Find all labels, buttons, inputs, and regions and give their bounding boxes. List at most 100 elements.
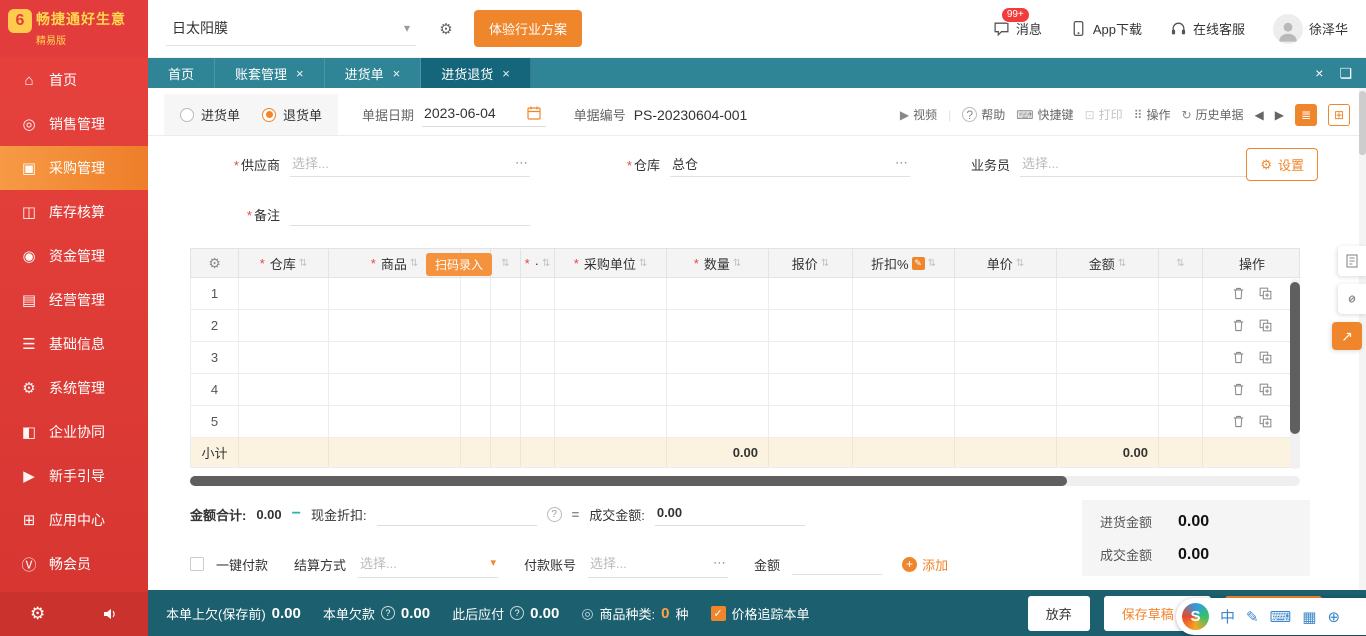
sort-icon[interactable]: ⇅: [501, 258, 509, 269]
question-icon[interactable]: ?: [380, 606, 395, 620]
ime-logo[interactable]: S: [1182, 603, 1209, 630]
ime-keyboard-icon[interactable]: ⌨: [1270, 608, 1292, 626]
delete-row-icon[interactable]: [1231, 318, 1246, 333]
delete-row-icon[interactable]: [1231, 414, 1246, 429]
ime-toolbox-icon[interactable]: ⊕: [1327, 608, 1340, 626]
pay-account-picker-icon[interactable]: ⋯: [713, 555, 726, 571]
sort-icon[interactable]: ⇅: [410, 258, 418, 269]
close-all-tabs-icon[interactable]: ×: [1315, 65, 1323, 81]
help-link[interactable]: ? 帮助: [962, 106, 1005, 123]
messages-button[interactable]: 99+ 消息: [993, 7, 1042, 38]
grid-cell[interactable]: [667, 406, 769, 437]
discard-button[interactable]: 放弃: [1027, 595, 1090, 631]
tab-account-books[interactable]: 账套管理 ×: [215, 58, 325, 88]
sort-icon[interactable]: ⇅: [821, 258, 829, 269]
grid-cell[interactable]: [667, 310, 769, 341]
grid-cell[interactable]: [1159, 374, 1203, 405]
fullscreen-icon[interactable]: ❏: [1339, 65, 1352, 82]
note-input[interactable]: [292, 205, 482, 220]
grid-cell[interactable]: [853, 406, 955, 437]
grid-cell[interactable]: [239, 374, 329, 405]
radio-purchase-order[interactable]: 进货单: [180, 105, 240, 124]
grid-cell[interactable]: [461, 278, 491, 309]
grid-cell[interactable]: [769, 310, 853, 341]
header-purchase-unit[interactable]: * 采购单位 ⇅: [555, 249, 667, 277]
sidebar-item-funds[interactable]: ◉ 资金管理: [0, 234, 148, 278]
scan-entry-button[interactable]: 扫码录入: [425, 253, 492, 276]
grid-cell[interactable]: [769, 342, 853, 373]
ime-board-icon[interactable]: ▦: [1302, 608, 1316, 626]
header-unit-small[interactable]: * · ⇅: [521, 249, 555, 277]
grid-cell[interactable]: [461, 342, 491, 373]
grid-cell[interactable]: [1159, 406, 1203, 437]
grid-cell[interactable]: [491, 278, 521, 309]
tab-purchase-order[interactable]: 进货单 ×: [325, 58, 422, 88]
grid-cell[interactable]: [555, 406, 667, 437]
header-amount[interactable]: 金额 ⇅: [1057, 249, 1159, 277]
grid-cell[interactable]: [853, 374, 955, 405]
grid-cell[interactable]: [1159, 310, 1203, 341]
grid-cell[interactable]: [667, 374, 769, 405]
sidebar-item-base-info[interactable]: ☰ 基础信息: [0, 322, 148, 366]
warehouse-picker-icon[interactable]: ⋯: [895, 155, 908, 171]
grid-cell[interactable]: [769, 374, 853, 405]
next-arrow-icon[interactable]: ▶: [1275, 108, 1284, 122]
pay-account-select[interactable]: 选择... ⋯: [588, 550, 729, 578]
history-link[interactable]: ↻ 历史单据: [1181, 106, 1243, 123]
copy-row-icon[interactable]: [1258, 382, 1273, 397]
column-settings[interactable]: ⚙: [191, 249, 239, 277]
ime-pen-icon[interactable]: ✎: [1246, 608, 1259, 626]
calendar-icon[interactable]: [526, 105, 542, 121]
copy-row-icon[interactable]: [1258, 286, 1273, 301]
grid-cell[interactable]: [329, 278, 461, 309]
feedback-dock-button[interactable]: ↗: [1332, 322, 1362, 350]
header-warehouse[interactable]: * 仓库 ⇅: [239, 249, 329, 277]
grid-cell[interactable]: [555, 342, 667, 373]
header-quantity[interactable]: * 数量 ⇅: [667, 249, 769, 277]
delete-row-icon[interactable]: [1231, 382, 1246, 397]
grid-cell[interactable]: [329, 406, 461, 437]
sort-icon[interactable]: ⇅: [1016, 258, 1024, 269]
sort-icon[interactable]: ⇅: [1176, 258, 1184, 269]
copy-row-icon[interactable]: [1258, 318, 1273, 333]
close-icon[interactable]: ×: [502, 66, 510, 81]
sidebar-item-member[interactable]: Ⓥ 畅会员: [0, 542, 148, 586]
grid-cell[interactable]: [1057, 278, 1159, 309]
grid-cell[interactable]: [955, 342, 1057, 373]
sidebar-item-purchase[interactable]: ▣ 采购管理: [0, 146, 148, 190]
grid-cell[interactable]: [955, 406, 1057, 437]
settle-method-select[interactable]: 选择... ▾: [358, 550, 499, 578]
grid-cell[interactable]: [239, 342, 329, 373]
sidebar-item-operations[interactable]: ▤ 经营管理: [0, 278, 148, 322]
grid-cell[interactable]: [239, 406, 329, 437]
grid-cell[interactable]: [853, 342, 955, 373]
print-link[interactable]: ⊡ 打印: [1085, 106, 1123, 123]
sort-icon[interactable]: ⇅: [733, 258, 741, 269]
grid-cell[interactable]: [491, 406, 521, 437]
grid-cell[interactable]: [955, 278, 1057, 309]
grid-cell[interactable]: [555, 310, 667, 341]
radio-return-order[interactable]: 退货单: [262, 105, 322, 124]
doc-date-input[interactable]: 2023-06-04: [422, 102, 546, 127]
grid-cell[interactable]: [239, 278, 329, 309]
grid-cell[interactable]: [853, 310, 955, 341]
tab-home[interactable]: 首页: [148, 58, 216, 88]
grid-cell[interactable]: [491, 374, 521, 405]
grid-cell[interactable]: [329, 374, 461, 405]
one-click-pay-checkbox[interactable]: [190, 557, 204, 571]
grid-cell[interactable]: [239, 310, 329, 341]
sidebar-item-apps[interactable]: ⊞ 应用中心: [0, 498, 148, 542]
grid-cell[interactable]: [853, 278, 955, 309]
operations-link[interactable]: ⠿ 操作: [1134, 106, 1171, 123]
grid-cell[interactable]: [555, 374, 667, 405]
list-view-toggle[interactable]: ≣: [1295, 103, 1317, 126]
grid-cell[interactable]: [461, 374, 491, 405]
header-quote[interactable]: 报价 ⇅: [769, 249, 853, 277]
grid-cell[interactable]: [491, 310, 521, 341]
supplier-input[interactable]: [292, 155, 482, 171]
table-horizontal-scrollbar[interactable]: [190, 476, 1300, 486]
app-download-button[interactable]: App下载: [1070, 19, 1142, 38]
warehouse-input[interactable]: [672, 155, 862, 171]
grid-cell[interactable]: [329, 342, 461, 373]
sort-icon[interactable]: ⇅: [639, 258, 647, 269]
